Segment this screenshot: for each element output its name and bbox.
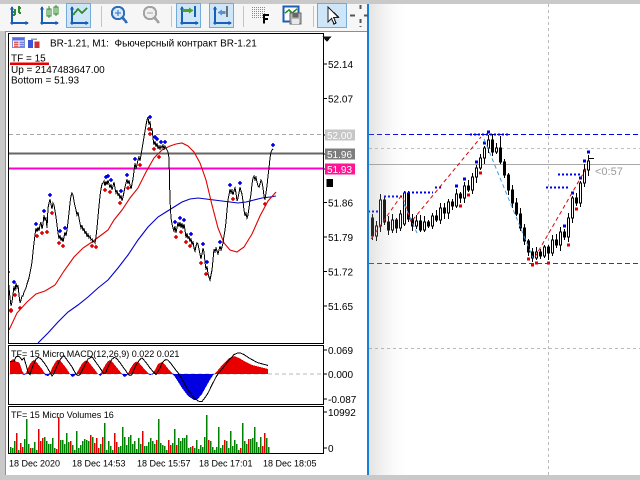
svg-text:10992: 10992 xyxy=(328,408,356,419)
svg-text:52.07: 52.07 xyxy=(328,95,353,106)
svg-text:<0:57: <0:57 xyxy=(595,166,623,178)
svg-text:51.96: 51.96 xyxy=(327,150,352,161)
svg-text:18 Dec 18:05: 18 Dec 18:05 xyxy=(263,459,317,469)
svg-text:18 Dec 17:01: 18 Dec 17:01 xyxy=(199,459,253,469)
svg-text:0.069: 0.069 xyxy=(328,346,353,357)
svg-text:18 Dec 14:53: 18 Dec 14:53 xyxy=(72,459,126,469)
svg-text:51.72: 51.72 xyxy=(328,268,353,279)
svg-text:BR-1.21, M1: Фьючерсный контр: BR-1.21, M1: Фьючерсный контракт BR-1.21 xyxy=(50,39,257,50)
svg-text:52.14: 52.14 xyxy=(328,60,353,71)
svg-text:51.86: 51.86 xyxy=(328,198,353,209)
svg-text:-0.087: -0.087 xyxy=(328,395,357,406)
svg-text:TF= 15 Micro Volumes 16: TF= 15 Micro Volumes 16 xyxy=(11,410,114,420)
svg-text:51.93: 51.93 xyxy=(327,165,352,176)
svg-text:0: 0 xyxy=(328,444,334,455)
svg-text:51.79: 51.79 xyxy=(328,233,353,244)
svg-text:18 Dec 2020: 18 Dec 2020 xyxy=(9,459,60,469)
svg-text:Up = 2147483647.00: Up = 2147483647.00 xyxy=(11,65,105,76)
svg-text:0.000: 0.000 xyxy=(328,370,353,381)
svg-text:18 Dec 15:57: 18 Dec 15:57 xyxy=(137,459,191,469)
svg-text:Bottom = 51.93: Bottom = 51.93 xyxy=(11,76,80,87)
svg-text:TF= 15 Micro MACD(12,26,9) 0.0: TF= 15 Micro MACD(12,26,9) 0.022 0.021 xyxy=(11,349,179,359)
svg-text:51.65: 51.65 xyxy=(328,302,353,313)
svg-text:52.00: 52.00 xyxy=(327,131,352,142)
